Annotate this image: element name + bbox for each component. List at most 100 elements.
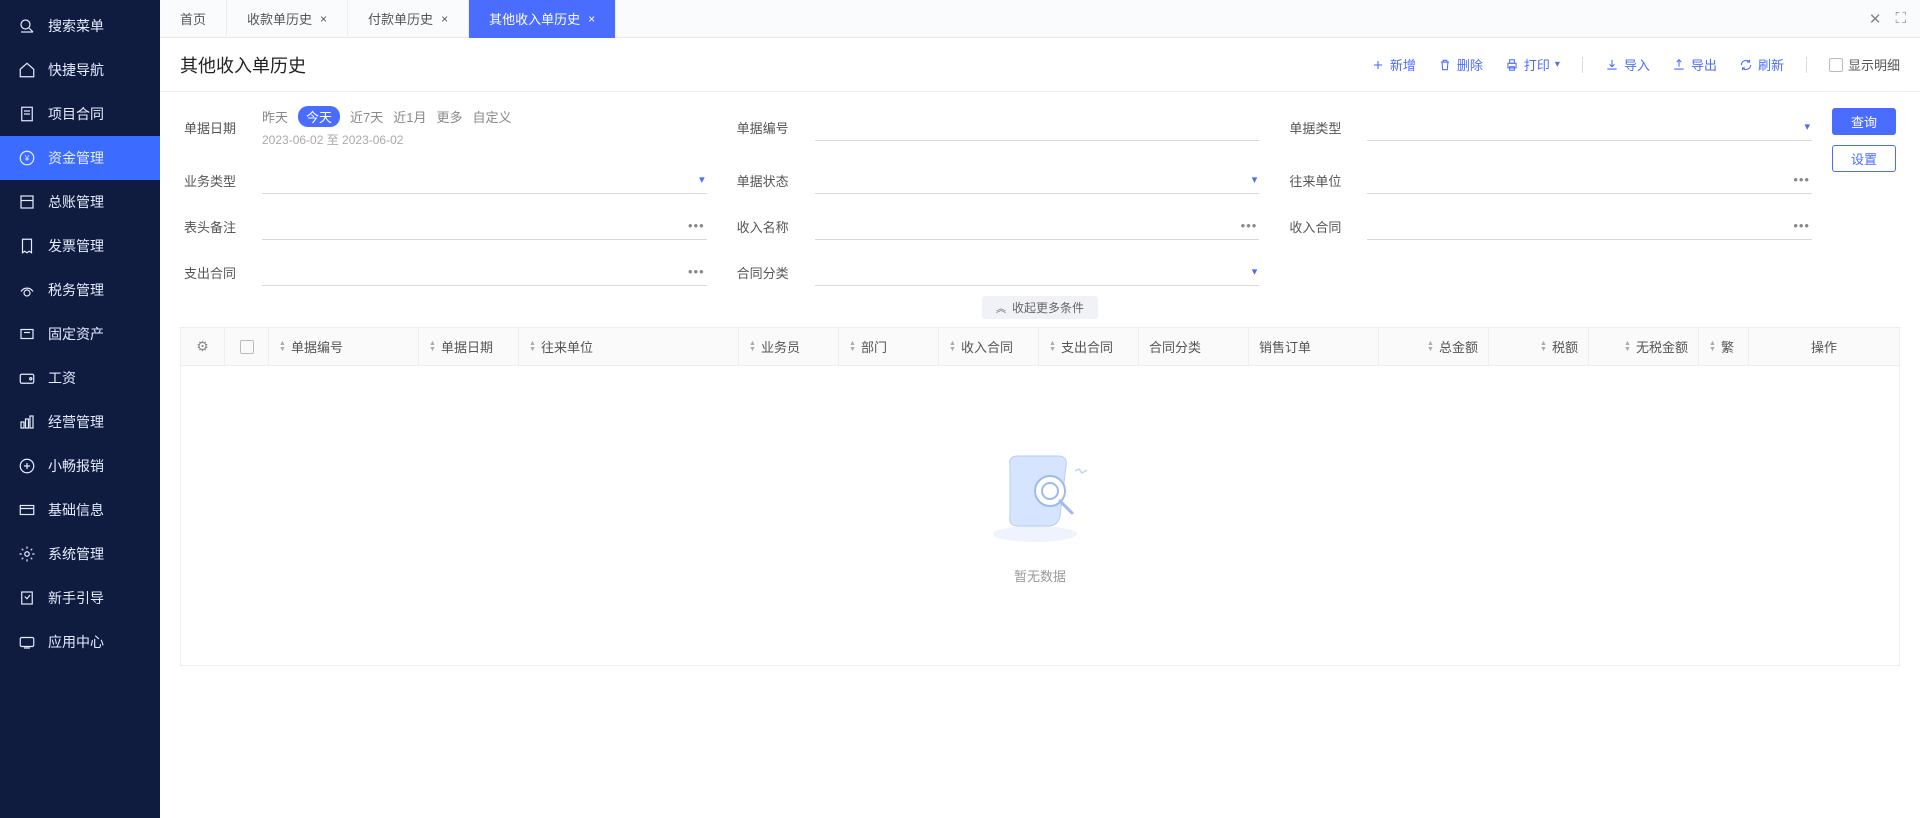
col-label: 部门 — [861, 337, 887, 356]
receipt-icon — [18, 237, 36, 255]
bill-status-select[interactable]: ▾ — [815, 166, 1260, 194]
col-notax[interactable]: ▲▼ 无税金额 — [1589, 328, 1699, 365]
sidebar-item-invoice[interactable]: 发票管理 — [0, 224, 160, 268]
checkbox-icon — [1829, 58, 1843, 72]
home-icon — [18, 61, 36, 79]
sidebar-item-salary[interactable]: 工资 — [0, 356, 160, 400]
col-sales-order[interactable]: 销售订单 — [1249, 328, 1379, 365]
tab-payment-history[interactable]: 付款单历史 × — [348, 0, 469, 38]
sidebar-item-quicknav[interactable]: 快捷导航 — [0, 48, 160, 92]
sidebar-item-apps[interactable]: 应用中心 — [0, 620, 160, 664]
money-icon: ¥ — [18, 149, 36, 167]
chevron-down-icon: ▾ — [1252, 265, 1258, 278]
show-detail-checkbox[interactable]: 显示明细 — [1829, 55, 1900, 74]
add-button[interactable]: 新增 — [1371, 55, 1416, 74]
chevron-down-icon: ▾ — [1804, 120, 1810, 133]
partner-input[interactable]: ••• — [1367, 166, 1812, 194]
empty-text: 暂无数据 — [1014, 566, 1066, 585]
col-income-contract[interactable]: ▲▼收入合同 — [939, 328, 1039, 365]
fullscreen-icon[interactable]: ⛶ — [1895, 10, 1906, 27]
date-opt-more[interactable]: 更多 — [437, 107, 463, 126]
more-icon: ••• — [1241, 218, 1258, 233]
date-opt-1m[interactable]: 近1月 — [393, 107, 426, 126]
chevron-up-icon: ︽ — [996, 300, 1006, 315]
tax-icon — [18, 281, 36, 299]
export-button[interactable]: 导出 — [1672, 55, 1717, 74]
query-button[interactable]: 查询 — [1832, 108, 1896, 135]
col-contract-class[interactable]: 合同分类 — [1139, 328, 1249, 365]
action-label: 导出 — [1691, 55, 1717, 74]
filter-label-headerremark: 表头备注 — [184, 217, 262, 236]
search-icon — [18, 17, 36, 35]
collapse-label: 收起更多条件 — [1012, 299, 1084, 316]
sidebar-item-label: 工资 — [48, 368, 76, 388]
file-icon — [18, 105, 36, 123]
sidebar-item-search[interactable]: 搜索菜单 — [0, 4, 160, 48]
header-remark-input[interactable]: ••• — [262, 212, 707, 240]
bill-type-select[interactable]: ▾ — [1367, 113, 1812, 141]
select-all-checkbox[interactable] — [225, 328, 269, 365]
collapse-filters-button[interactable]: ︽ 收起更多条件 — [982, 296, 1098, 319]
print-button[interactable]: 打印 ▾ — [1505, 55, 1560, 74]
sidebar-item-funds[interactable]: ¥ 资金管理 — [0, 136, 160, 180]
delete-button[interactable]: 删除 — [1438, 55, 1483, 74]
col-dept[interactable]: ▲▼部门 — [839, 328, 939, 365]
col-label: 无税金额 — [1636, 337, 1688, 356]
sidebar-item-label: 项目合同 — [48, 104, 104, 124]
filter-label-billstatus: 单据状态 — [737, 171, 815, 190]
sidebar-item-expense[interactable]: 小畅报销 — [0, 444, 160, 488]
close-icon[interactable]: × — [320, 12, 327, 26]
date-opt-today[interactable]: 今天 — [298, 106, 340, 127]
col-total[interactable]: ▲▼总金额 — [1379, 328, 1489, 365]
sidebar-item-system[interactable]: 系统管理 — [0, 532, 160, 576]
sort-icon: ▲▼ — [1624, 341, 1631, 353]
refresh-icon — [1739, 58, 1753, 72]
asset-icon — [18, 325, 36, 343]
income-contract-input[interactable]: ••• — [1367, 212, 1812, 240]
tab-receipt-history[interactable]: 收款单历史 × — [227, 0, 348, 38]
date-opt-custom[interactable]: 自定义 — [473, 107, 512, 126]
date-opt-yesterday[interactable]: 昨天 — [262, 107, 288, 126]
chart-icon — [18, 413, 36, 431]
col-billdate[interactable]: ▲▼单据日期 — [419, 328, 519, 365]
sidebar-item-asset[interactable]: 固定资产 — [0, 312, 160, 356]
expense-contract-input[interactable]: ••• — [262, 258, 707, 286]
col-label: 繁 — [1721, 337, 1734, 356]
refresh-button[interactable]: 刷新 — [1739, 55, 1784, 74]
action-label: 删除 — [1457, 55, 1483, 74]
more-icon: ••• — [688, 264, 705, 279]
setup-button[interactable]: 设置 — [1832, 145, 1896, 172]
print-icon — [1505, 58, 1519, 72]
sidebar-item-ops[interactable]: 经营管理 — [0, 400, 160, 444]
sort-icon: ▲▼ — [279, 341, 286, 353]
close-all-icon[interactable]: ✕ — [1869, 10, 1882, 28]
close-icon[interactable]: × — [441, 12, 448, 26]
trash-icon — [1438, 58, 1452, 72]
col-op: 操作 — [1749, 328, 1899, 365]
biz-type-select[interactable]: ▾ — [262, 166, 707, 194]
sidebar-item-baseinfo[interactable]: 基础信息 — [0, 488, 160, 532]
col-partner[interactable]: ▲▼往来单位 — [519, 328, 739, 365]
column-settings-button[interactable]: ⚙ — [181, 328, 225, 365]
bill-no-input[interactable] — [815, 113, 1260, 141]
sidebar-item-guide[interactable]: 新手引导 — [0, 576, 160, 620]
sidebar-item-ledger[interactable]: 总账管理 — [0, 180, 160, 224]
tab-other-income-history[interactable]: 其他收入单历史 × — [469, 0, 616, 38]
col-staff[interactable]: ▲▼业务员 — [739, 328, 839, 365]
sidebar-item-tax[interactable]: 税务管理 — [0, 268, 160, 312]
close-icon[interactable]: × — [588, 12, 595, 26]
col-label: 税额 — [1552, 337, 1578, 356]
contract-class-select[interactable]: ▾ — [815, 258, 1260, 286]
income-name-input[interactable]: ••• — [815, 212, 1260, 240]
divider — [1806, 57, 1807, 73]
col-tax[interactable]: ▲▼税额 — [1489, 328, 1589, 365]
date-opt-7d[interactable]: 近7天 — [350, 107, 383, 126]
sidebar-item-contract[interactable]: 项目合同 — [0, 92, 160, 136]
sort-icon: ▲▼ — [949, 341, 956, 353]
col-expense-contract[interactable]: ▲▼支出合同 — [1039, 328, 1139, 365]
col-remark[interactable]: ▲▼繁 — [1699, 328, 1749, 365]
import-button[interactable]: 导入 — [1605, 55, 1650, 74]
tab-home[interactable]: 首页 — [160, 0, 227, 38]
col-billno[interactable]: ▲▼单据编号 — [269, 328, 419, 365]
expense-icon — [18, 457, 36, 475]
